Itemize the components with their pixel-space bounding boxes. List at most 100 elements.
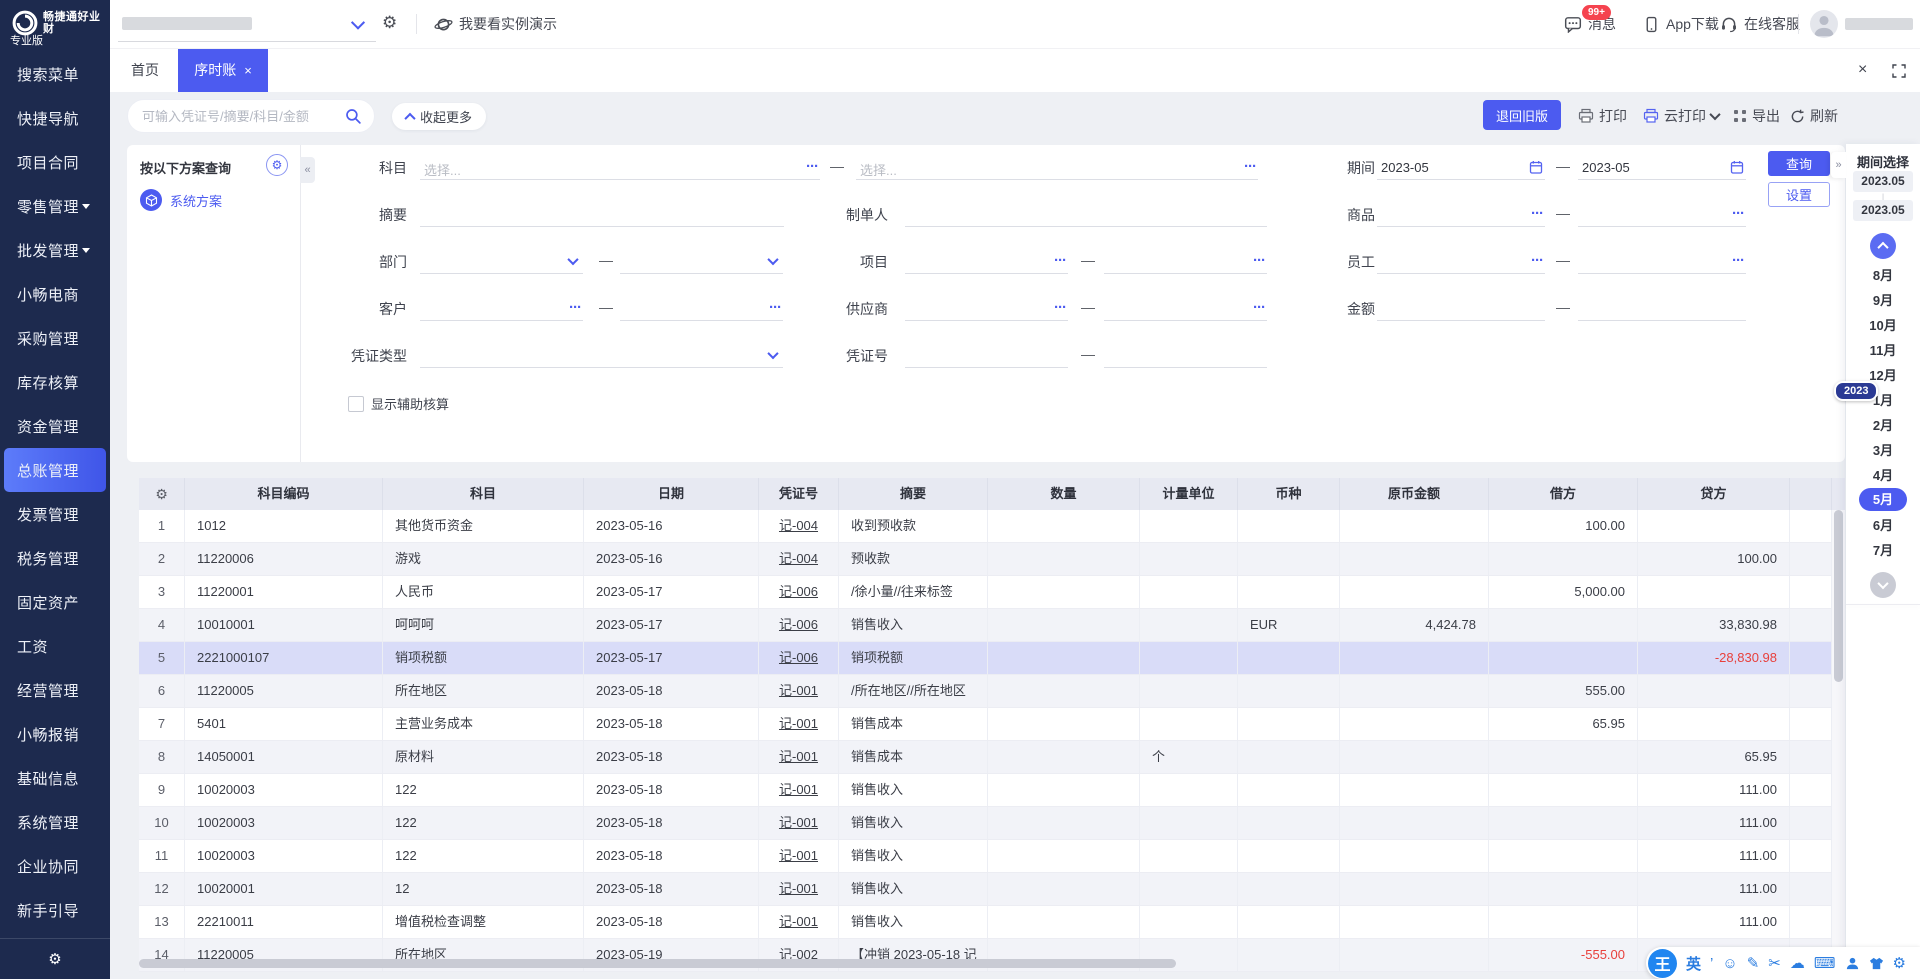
voucher-link[interactable]: 记-001 <box>779 848 818 863</box>
search-input[interactable] <box>140 107 345 125</box>
ellipsis-picker-icon[interactable]: ··· <box>769 299 782 316</box>
query-button[interactable]: 查询 <box>1768 151 1830 176</box>
system-scheme-item[interactable]: 系统方案 <box>140 189 222 211</box>
period-month[interactable]: 4月 <box>1846 462 1920 487</box>
voucher-link[interactable]: 记-001 <box>779 914 818 929</box>
online-service-button[interactable]: 在线客服 <box>1720 14 1800 34</box>
period-month[interactable]: 10月 <box>1846 312 1920 337</box>
column-header[interactable]: 科目编码 <box>185 478 383 510</box>
ellipsis-picker-icon[interactable]: ··· <box>1531 205 1544 222</box>
voucher-link[interactable]: 记-001 <box>779 782 818 797</box>
scroll-down-button[interactable] <box>1870 572 1896 598</box>
table-row[interactable]: 6 11220005 所在地区 2023-05-18 记-001/所在地区//所在地区 5… <box>139 675 1845 708</box>
demo-link[interactable]: 我要看实例演示 <box>434 14 557 34</box>
emoji-icon[interactable]: ☺ <box>1722 955 1737 972</box>
sidebar-item[interactable]: 经营管理 <box>0 668 110 712</box>
maker-input[interactable] <box>905 203 1267 227</box>
sidebar-item[interactable]: 发票管理 <box>0 492 110 536</box>
customer-to-input[interactable]: ··· <box>620 297 783 321</box>
voucher-no-from-input[interactable] <box>905 344 1068 368</box>
project-from-input[interactable]: ··· <box>905 250 1068 274</box>
close-icon[interactable]: × <box>1858 61 1867 79</box>
period-collapse-handle[interactable]: » <box>1831 152 1846 178</box>
chevron-down-icon[interactable] <box>350 15 366 30</box>
subject-to-input[interactable]: 选择... ··· <box>856 156 1258 180</box>
sidebar-item[interactable]: 小畅电商 <box>0 272 110 316</box>
ellipsis-picker-icon[interactable]: ··· <box>1531 252 1544 269</box>
period-from-box[interactable]: 2023.05 <box>1853 171 1913 192</box>
customer-from-input[interactable]: ··· <box>420 297 583 321</box>
table-row[interactable]: 9 10020003 122 2023-05-18 记-001 销售收入 111.00 <box>139 774 1845 807</box>
sidebar-item[interactable]: 项目合同 <box>0 140 110 184</box>
horizontal-scrollbar[interactable] <box>139 959 1176 968</box>
period-month[interactable]: 7月 <box>1846 537 1920 562</box>
sidebar-item[interactable]: 资金管理 <box>0 404 110 448</box>
skin-icon[interactable] <box>1869 956 1884 971</box>
topbar-gear-icon[interactable]: ⚙ <box>382 13 397 33</box>
user-avatar[interactable] <box>1810 10 1838 38</box>
ellipsis-picker-icon[interactable]: ··· <box>1732 252 1745 269</box>
ellipsis-picker-icon[interactable]: ··· <box>1732 205 1745 222</box>
subject-from-input[interactable]: 选择... ··· <box>420 156 820 180</box>
sidebar-item[interactable]: 税务管理 <box>0 536 110 580</box>
account-icon[interactable] <box>1845 956 1860 971</box>
period-month[interactable]: 6月 <box>1846 512 1920 537</box>
voucher-link[interactable]: 记-001 <box>779 815 818 830</box>
department-from-select[interactable] <box>420 250 583 274</box>
ellipsis-picker-icon[interactable]: ··· <box>806 158 819 175</box>
voucher-type-select[interactable] <box>420 344 783 368</box>
column-header[interactable]: 贷方 <box>1638 478 1790 510</box>
print-button[interactable]: 打印 <box>1578 106 1627 126</box>
export-button[interactable]: 导出 <box>1733 106 1780 126</box>
cloud-icon[interactable]: ☁ <box>1790 954 1805 972</box>
keyboard-icon[interactable]: ⌨ <box>1814 954 1836 972</box>
table-row[interactable]: 4 10010001 呵呵呵 2023-05-17 记-006 销售收入 EUR 4,424.… <box>139 609 1845 642</box>
sidebar-item[interactable]: 库存核算 <box>0 360 110 404</box>
sidebar-item[interactable]: 搜索菜单 <box>0 52 110 96</box>
table-row[interactable]: 7 5401 主营业务成本 2023-05-18 记-001 销售成本 65.95 <box>139 708 1845 741</box>
voucher-link[interactable]: 记-001 <box>779 749 818 764</box>
scroll-up-button[interactable] <box>1870 233 1896 259</box>
calendar-icon[interactable] <box>1529 160 1543 175</box>
settings-button[interactable]: 设置 <box>1768 182 1830 207</box>
ellipsis-picker-icon[interactable]: ··· <box>1054 299 1067 316</box>
cloud-print-button[interactable]: 云打印 <box>1643 106 1721 126</box>
app-download-button[interactable]: App下载 <box>1643 14 1719 34</box>
sidebar-item[interactable]: 批发管理 <box>0 228 110 272</box>
table-row[interactable]: 10 10020003 122 2023-05-18 记-001 销售收入 111.00 <box>139 807 1845 840</box>
period-to-input[interactable]: 2023-05 <box>1578 156 1746 180</box>
ellipsis-picker-icon[interactable]: ··· <box>1253 252 1266 269</box>
table-row[interactable]: 3 11220001 人民币 2023-05-17 记-006/徐小量//往来标签 5,0… <box>139 576 1845 609</box>
period-month[interactable]: 9月 <box>1846 287 1920 312</box>
tab-home[interactable]: 首页 <box>131 48 159 92</box>
department-to-select[interactable] <box>620 250 783 274</box>
column-header[interactable]: 摘要 <box>839 478 988 510</box>
table-row[interactable]: 13 22210011 增值税检查调整 2023-05-18 记-001 销售收入 111.… <box>139 906 1845 939</box>
goods-from-input[interactable]: ··· <box>1377 203 1545 227</box>
column-header[interactable]: 计量单位 <box>1140 478 1238 510</box>
sidebar-item[interactable]: 快捷导航 <box>0 96 110 140</box>
voucher-link[interactable]: 记-001 <box>779 683 818 698</box>
table-row[interactable]: 8 14050001 原材料 2023-05-18 记-001 销售成本 个 65.95 <box>139 741 1845 774</box>
period-month[interactable]: 8月 <box>1846 262 1920 287</box>
column-header[interactable]: 科目 <box>383 478 584 510</box>
period-month[interactable]: 11月 <box>1846 337 1920 362</box>
handwriting-icon[interactable]: ✎ <box>1747 954 1760 972</box>
employee-to-input[interactable]: ··· <box>1578 250 1746 274</box>
table-row[interactable]: 11 10020003 122 2023-05-18 记-001 销售收入 111.00 <box>139 840 1845 873</box>
goods-to-input[interactable]: ··· <box>1578 203 1746 227</box>
close-tab-icon[interactable]: × <box>244 63 252 78</box>
project-to-input[interactable]: ··· <box>1104 250 1267 274</box>
column-header[interactable]: 币种 <box>1238 478 1340 510</box>
voucher-link[interactable]: 记-006 <box>779 650 818 665</box>
column-header[interactable]: 凭证号 <box>759 478 839 510</box>
voucher-link[interactable]: 记-001 <box>779 881 818 896</box>
ellipsis-picker-icon[interactable]: ··· <box>1054 252 1067 269</box>
voucher-link[interactable]: 记-006 <box>779 617 818 632</box>
voucher-link[interactable]: 记-004 <box>779 551 818 566</box>
amount-to-input[interactable] <box>1578 297 1746 321</box>
sidebar-item[interactable]: 零售管理 <box>0 184 110 228</box>
table-row[interactable]: 5 2221000107 销项税额 2023-05-17 记-006 销项税额 -28,83… <box>139 642 1845 675</box>
tab-journal[interactable]: 序时账 × <box>178 48 268 92</box>
collapse-more-button[interactable]: 收起更多 <box>392 103 487 130</box>
